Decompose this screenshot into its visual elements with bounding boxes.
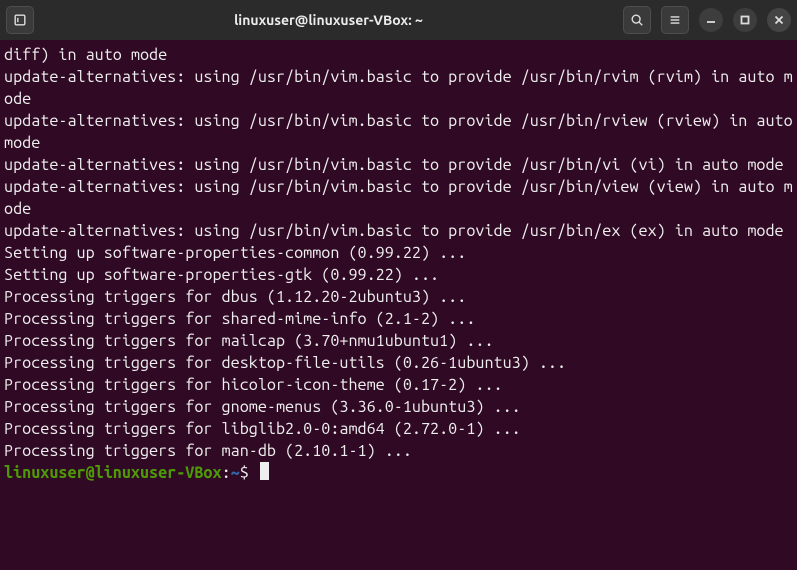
- maximize-icon: [740, 15, 750, 25]
- minimize-button[interactable]: [699, 8, 723, 32]
- close-icon: [774, 15, 784, 25]
- window-title: linuxuser@linuxuser-VBox: ~: [40, 12, 617, 28]
- search-icon: [630, 13, 644, 27]
- new-tab-button[interactable]: [6, 6, 34, 34]
- terminal-area[interactable]: diff) in auto mode update-alternatives: …: [0, 40, 797, 570]
- minimize-icon: [706, 15, 716, 25]
- prompt-symbol: $: [240, 464, 249, 482]
- titlebar-right: [623, 6, 791, 34]
- prompt-colon: :: [222, 464, 231, 482]
- maximize-button[interactable]: [733, 8, 757, 32]
- terminal-cursor: [260, 462, 269, 480]
- titlebar-left: [6, 6, 34, 34]
- hamburger-icon: [668, 13, 682, 27]
- prompt-user-host: linuxuser@linuxuser-VBox: [4, 464, 222, 482]
- search-button[interactable]: [623, 6, 651, 34]
- new-tab-icon: [13, 13, 27, 27]
- menu-button[interactable]: [661, 6, 689, 34]
- terminal-output: diff) in auto mode update-alternatives: …: [4, 46, 797, 460]
- close-button[interactable]: [767, 8, 791, 32]
- titlebar: linuxuser@linuxuser-VBox: ~: [0, 0, 797, 40]
- prompt-path: ~: [231, 464, 240, 482]
